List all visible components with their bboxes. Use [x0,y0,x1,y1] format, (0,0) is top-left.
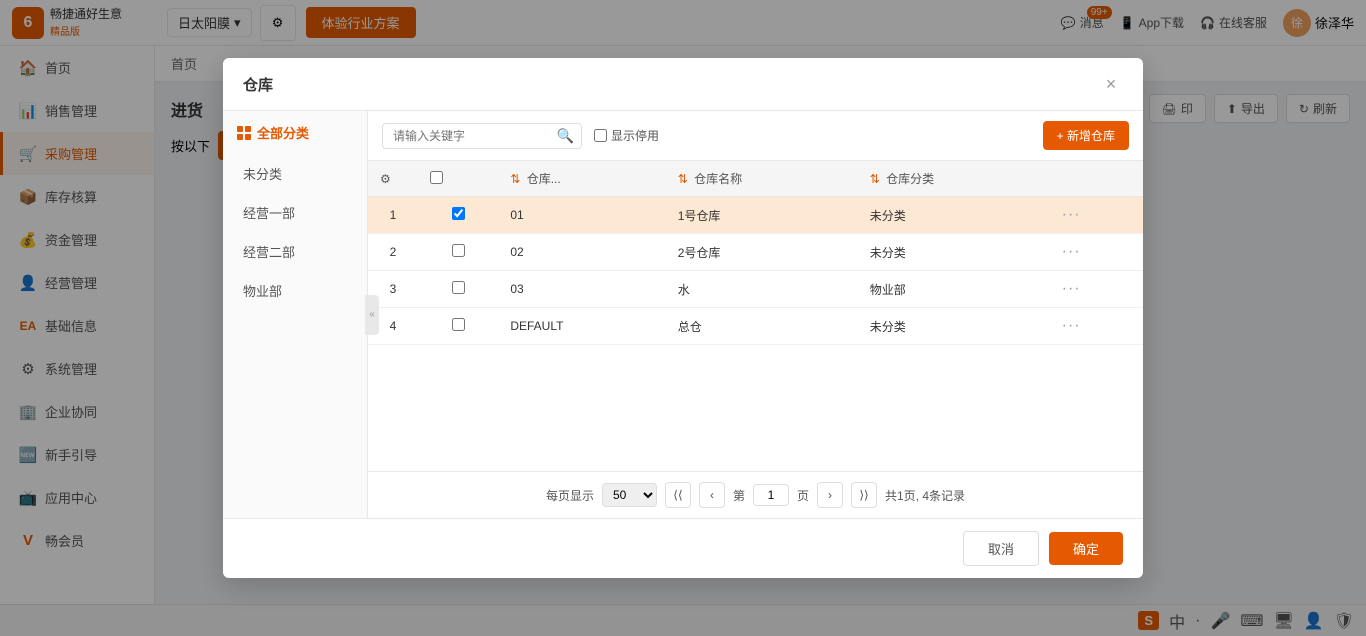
page-unit: 页 [797,487,809,504]
search-bar: 🔍 显示停用 + 新增仓库 [368,111,1143,161]
pagination: 每页显示 50 100 200 ⟨⟨ ‹ 第 页 › ⟩⟩ 共1页, 4条记录 [368,471,1143,518]
row-name: 水 [666,271,858,308]
row-code: 02 [498,234,665,271]
cancel-button[interactable]: 取消 [963,531,1039,566]
category-item-ops2[interactable]: 经营二部 [223,232,367,271]
dialog-header: 仓库 × [223,58,1143,111]
page-number-input[interactable] [753,484,789,506]
show-disabled-checkbox[interactable] [594,129,607,142]
row-actions[interactable]: ··· [1050,234,1143,271]
dialog-body: 全部分类 未分类 经营一部 经营二部 物业部 « [223,111,1143,518]
table-row[interactable]: 3 03 水 物业部 ··· [368,271,1143,308]
row-actions[interactable]: ··· [1050,271,1143,308]
th-name-label: 仓库名称 [694,172,742,186]
row-action-button[interactable]: ··· [1062,280,1081,297]
row-checkbox[interactable] [418,234,498,271]
table-row[interactable]: 2 02 2号仓库 未分类 ··· [368,234,1143,271]
table-wrap: ⚙ ⇅ 仓库... ⇅ [368,161,1143,471]
row-code: DEFAULT [498,308,665,345]
sort-icon: ⇅ [870,172,880,186]
row-name: 总仓 [666,308,858,345]
row-code: 01 [498,197,665,234]
next-page-button[interactable]: › [817,482,843,508]
sort-icon: ⇅ [678,172,688,186]
row-num: 1 [368,197,418,234]
table-header: ⚙ ⇅ 仓库... ⇅ [368,161,1143,197]
row-code: 03 [498,271,665,308]
collapse-panel-button[interactable]: « [365,295,379,335]
th-name[interactable]: ⇅ 仓库名称 [666,161,858,197]
row-category: 未分类 [858,234,1050,271]
prev-page-button[interactable]: ‹ [699,482,725,508]
dialog-overlay: 仓库 × 全部分类 未分类 经营一部 [0,0,1366,636]
row-category: 未分类 [858,308,1050,345]
category-item-ops1[interactable]: 经营一部 [223,193,367,232]
th-category[interactable]: ⇅ 仓库分类 [858,161,1050,197]
table-row[interactable]: 4 DEFAULT 总仓 未分类 ··· [368,308,1143,345]
search-input-wrap: 🔍 [382,123,582,149]
gear-icon: ⚙ [380,172,391,186]
th-checkbox[interactable] [418,161,498,197]
page-label: 第 [733,487,745,504]
search-input[interactable] [382,123,582,149]
warehouse-dialog: 仓库 × 全部分类 未分类 经营一部 [223,58,1143,578]
grid-icon [237,126,251,140]
row-category: 物业部 [858,271,1050,308]
confirm-button[interactable]: 确定 [1049,532,1123,565]
per-page-label: 每页显示 [546,487,594,504]
category-panel: 全部分类 未分类 经营一部 经营二部 物业部 « [223,111,368,518]
dialog-title: 仓库 [243,74,273,95]
table-body: 1 01 1号仓库 未分类 ··· 2 02 2号仓库 未分类 ··· 3 03… [368,197,1143,345]
add-warehouse-button[interactable]: + 新增仓库 [1043,121,1129,150]
category-item-unclassified[interactable]: 未分类 [223,154,367,193]
row-actions[interactable]: ··· [1050,308,1143,345]
row-action-button[interactable]: ··· [1062,317,1081,334]
row-category: 未分类 [858,197,1050,234]
first-page-button[interactable]: ⟨⟨ [665,482,691,508]
search-icon[interactable]: 🔍 [557,127,574,144]
row-name: 2号仓库 [666,234,858,271]
last-page-button[interactable]: ⟩⟩ [851,482,877,508]
table-row[interactable]: 1 01 1号仓库 未分类 ··· [368,197,1143,234]
all-categories-label: 全部分类 [257,123,309,142]
category-label: 物业部 [243,284,282,299]
th-code[interactable]: ⇅ 仓库... [498,161,665,197]
collapse-icon: « [369,309,375,320]
total-info: 共1页, 4条记录 [885,487,965,504]
warehouse-table: ⚙ ⇅ 仓库... ⇅ [368,161,1143,345]
row-checkbox[interactable] [418,197,498,234]
select-all-checkbox[interactable] [430,171,443,184]
th-gear[interactable]: ⚙ [368,161,418,197]
all-categories-button[interactable]: 全部分类 [223,111,367,154]
dialog-footer: 取消 确定 [223,518,1143,578]
content-panel: 🔍 显示停用 + 新增仓库 ⚙ [368,111,1143,518]
category-label: 经营二部 [243,245,295,260]
row-checkbox[interactable] [418,308,498,345]
category-label: 未分类 [243,167,282,182]
th-code-label: 仓库... [527,172,561,186]
row-num: 2 [368,234,418,271]
row-action-button[interactable]: ··· [1062,206,1081,223]
dialog-close-button[interactable]: × [1099,72,1123,96]
sort-icon: ⇅ [510,172,520,186]
per-page-select[interactable]: 50 100 200 [602,483,657,507]
show-disabled-label[interactable]: 显示停用 [594,127,659,144]
category-item-property[interactable]: 物业部 [223,271,367,310]
th-category-label: 仓库分类 [886,172,934,186]
row-action-button[interactable]: ··· [1062,243,1081,260]
th-actions [1050,161,1143,197]
row-actions[interactable]: ··· [1050,197,1143,234]
row-name: 1号仓库 [666,197,858,234]
row-checkbox[interactable] [418,271,498,308]
category-label: 经营一部 [243,206,295,221]
show-disabled-text: 显示停用 [611,127,659,144]
